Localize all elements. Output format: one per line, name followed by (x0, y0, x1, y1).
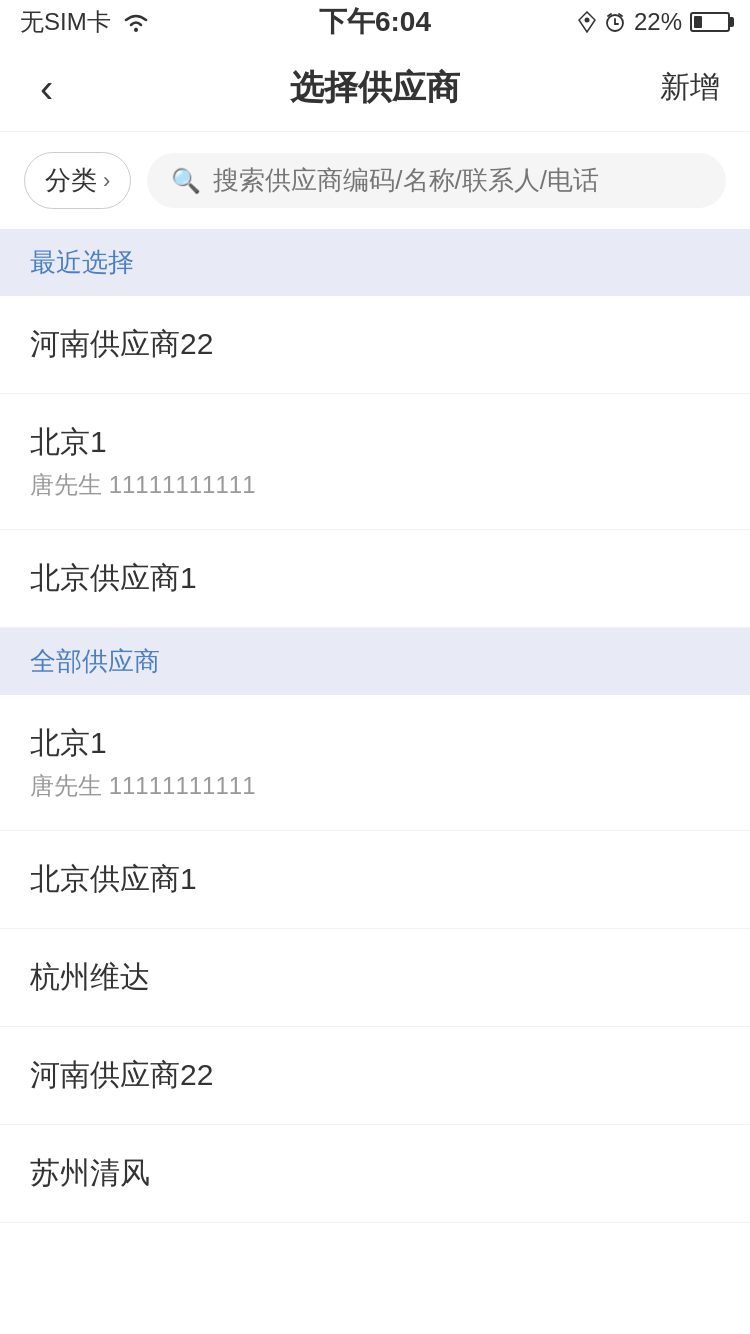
page-title: 选择供应商 (290, 65, 460, 111)
all-list-item[interactable]: 北京1 唐先生 11111111111 (0, 695, 750, 831)
all-section-label: 全部供应商 (30, 646, 160, 676)
item-name: 北京1 (30, 422, 720, 463)
svg-point-0 (134, 28, 138, 32)
item-name: 北京1 (30, 723, 720, 764)
item-name: 北京供应商1 (30, 859, 720, 900)
add-button[interactable]: 新增 (660, 67, 720, 108)
recent-section-label: 最近选择 (30, 247, 134, 277)
status-time: 下午6:04 (319, 3, 431, 41)
search-box[interactable]: 🔍 (147, 153, 726, 208)
battery-percent: 22% (634, 8, 682, 36)
all-list-item[interactable]: 北京供应商1 (0, 831, 750, 929)
nav-bar: ‹ 选择供应商 新增 (0, 44, 750, 132)
search-input[interactable] (213, 165, 702, 196)
all-list-item[interactable]: 杭州维达 (0, 929, 750, 1027)
item-name: 北京供应商1 (30, 558, 720, 599)
status-left: 无SIM卡 (20, 6, 151, 38)
category-filter-button[interactable]: 分类 › (24, 152, 131, 209)
all-list: 北京1 唐先生 11111111111 北京供应商1 杭州维达河南供应商22 苏州清… (0, 695, 750, 1223)
item-name: 河南供应商22 (30, 1055, 720, 1096)
battery-icon (690, 12, 730, 32)
recent-list-item[interactable]: 河南供应商22 (0, 296, 750, 394)
recent-list-item[interactable]: 北京供应商1 (0, 530, 750, 628)
recent-section-header: 最近选择 (0, 229, 750, 296)
all-list-item[interactable]: 河南供应商22 (0, 1027, 750, 1125)
alarm-icon (604, 11, 626, 33)
status-bar: 无SIM卡 下午6:04 22% (0, 0, 750, 44)
recent-list: 河南供应商22 北京1 唐先生 11111111111 北京供应商1 (0, 296, 750, 628)
item-name: 苏州清风 (30, 1153, 720, 1194)
chevron-right-icon: › (103, 168, 110, 194)
carrier-text: 无SIM卡 (20, 6, 111, 38)
all-section-header: 全部供应商 (0, 628, 750, 695)
category-label: 分类 (45, 163, 97, 198)
wifi-icon (121, 11, 151, 33)
item-name: 杭州维达 (30, 957, 720, 998)
status-right: 22% (578, 8, 730, 36)
svg-point-1 (584, 18, 589, 23)
all-list-item[interactable]: 苏州清风 (0, 1125, 750, 1223)
item-detail: 唐先生 11111111111 (30, 770, 720, 802)
recent-list-item[interactable]: 北京1 唐先生 11111111111 (0, 394, 750, 530)
search-icon: 🔍 (171, 167, 201, 195)
filter-bar: 分类 › 🔍 (0, 132, 750, 229)
item-name: 河南供应商22 (30, 324, 720, 365)
item-detail: 唐先生 11111111111 (30, 469, 720, 501)
back-button[interactable]: ‹ (30, 58, 63, 118)
location-icon (578, 11, 596, 33)
